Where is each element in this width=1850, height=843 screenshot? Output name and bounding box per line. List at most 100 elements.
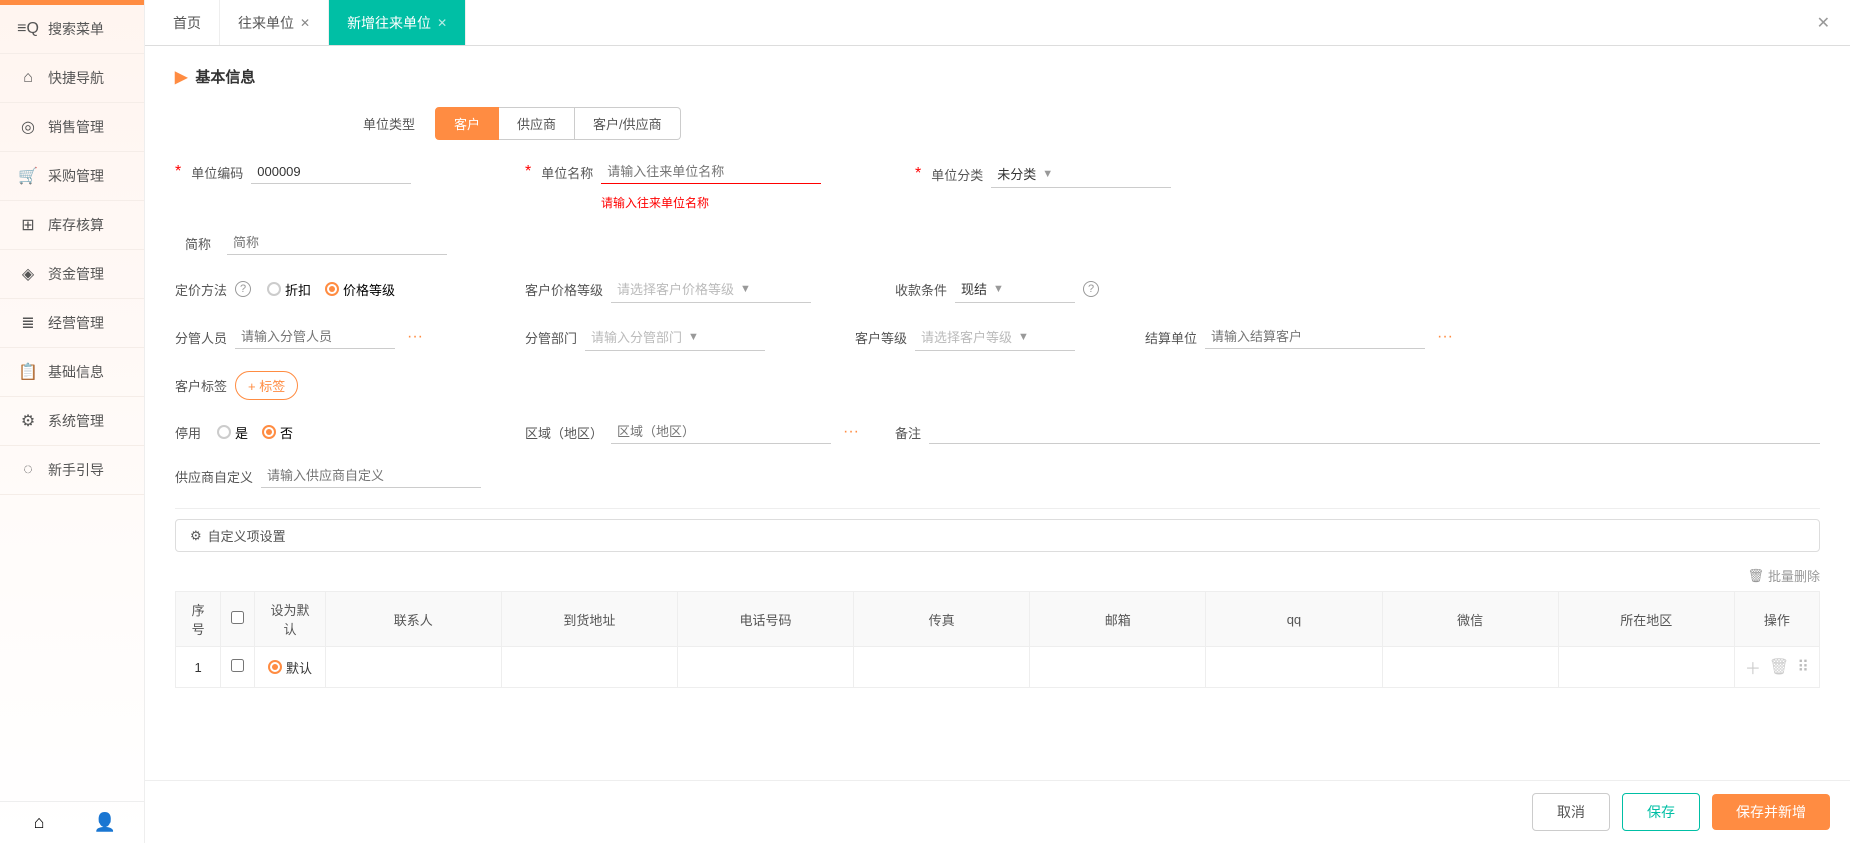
disable-radio-no-circle [262,425,276,439]
tab-unit[interactable]: 往来单位 ✕ [220,0,329,45]
delete-row-icon[interactable]: 🗑 [1769,657,1789,677]
customer-level-group: 客户等级 请选择客户等级 ▼ [855,323,1135,351]
contact-input[interactable] [336,660,491,675]
table-body: 1 默认 [176,647,1820,688]
unit-name-input[interactable] [601,160,821,184]
col-fax: 传真 [854,592,1030,647]
section-icon: ▶ [175,67,187,87]
cell-wechat[interactable] [1382,647,1558,688]
custom-settings-label: 自定义项设置 [208,526,286,545]
customer-price-select[interactable]: 请选择客户价格等级 ▼ [611,275,811,303]
supplier-custom-input[interactable] [261,464,481,488]
cell-qq[interactable] [1206,647,1382,688]
customer-price-label: 客户价格等级 [525,280,603,299]
cell-email[interactable] [1030,647,1206,688]
pricing-help-icon[interactable]: ? [235,281,251,297]
tab-new-unit[interactable]: 新增往来单位 ✕ [329,0,466,45]
select-all-checkbox[interactable] [231,611,244,624]
department-select[interactable]: 请输入分管部门 ▼ [585,323,765,351]
search-menu-icon: ≡Q [18,19,38,39]
tab-home[interactable]: 首页 [155,0,220,45]
unit-category-select[interactable]: 未分类 ▼ [991,160,1171,188]
custom-settings-icon: ⚙ [190,528,202,544]
note-input[interactable] [929,420,1820,444]
window-close-button[interactable]: ✕ [1807,13,1840,33]
disable-radio-yes[interactable]: 是 [217,423,248,442]
disable-label: 停用 [175,423,201,442]
short-name-input[interactable] [227,231,447,255]
cell-address[interactable] [501,647,677,688]
customer-level-label: 客户等级 [855,328,907,347]
manager-more-icon[interactable]: ··· [403,328,427,346]
save-button[interactable]: 保存 [1622,793,1700,831]
phone-input[interactable] [688,660,843,675]
add-row-icon[interactable]: ＋ [1745,655,1761,679]
tag-group: 客户标签 + 标签 [175,371,515,400]
wechat-input[interactable] [1393,660,1548,675]
cell-seq: 1 [176,647,221,688]
unit-type-supplier[interactable]: 供应商 [499,107,575,140]
disable-radio-no[interactable]: 否 [262,423,293,442]
unit-category-label: 单位分类 [931,165,983,184]
sidebar-item-quicknav[interactable]: ⌂ 快捷导航 [0,54,144,103]
customer-level-select[interactable]: 请选择客户等级 ▼ [915,323,1075,351]
unit-type-both[interactable]: 客户/供应商 [575,107,681,140]
custom-settings-button[interactable]: ⚙ 自定义项设置 [175,519,1820,552]
cancel-button[interactable]: 取消 [1532,793,1610,831]
region-more-icon[interactable]: ··· [839,423,863,441]
batch-delete-button[interactable]: 🗑 批量删除 [1747,566,1820,585]
unit-type-customer[interactable]: 客户 [435,107,499,140]
unit-category-group: * 单位分类 未分类 ▼ [915,160,1171,188]
customer-price-placeholder: 请选择客户价格等级 [617,279,734,298]
region-table-input[interactable] [1569,660,1724,675]
qq-input[interactable] [1216,660,1371,675]
sidebar-item-guide[interactable]: ◌ 新手引导 [0,446,144,495]
tab-new-unit-close[interactable]: ✕ [437,16,447,30]
contact-table: 序号 设为默认 联系人 到货地址 电话号码 传真 邮箱 qq 微信 所在地区 操… [175,591,1820,688]
save-and-new-button[interactable]: 保存并新增 [1712,794,1830,830]
sidebar-item-inventory[interactable]: ⊞ 库存核算 [0,201,144,250]
unit-code-group: * 单位编码 [175,160,515,184]
sidebar-item-system[interactable]: ⚙ 系统管理 [0,397,144,446]
sidebar-item-finance[interactable]: ◈ 资金管理 [0,250,144,299]
default-radio-circle[interactable] [268,660,282,674]
fax-input[interactable] [864,660,1019,675]
sidebar-item-purchase[interactable]: 🛒 采购管理 [0,152,144,201]
payment-help-icon[interactable]: ? [1083,281,1099,297]
section-basic-info: ▶ 基本信息 [175,66,1820,87]
short-name-group: 简称 [185,231,525,255]
region-input[interactable] [611,420,831,444]
manager-input[interactable] [235,325,395,349]
sidebar-item-label: 资金管理 [48,264,104,284]
sidebar-home-icon[interactable]: ⌂ [10,812,68,833]
payment-term-select[interactable]: 现结 ▼ [955,275,1075,303]
disable-row: 停用 是 否 区域（地区） ··· [175,420,1820,444]
default-label: 默认 [286,658,312,677]
cell-fax[interactable] [854,647,1030,688]
add-tag-button[interactable]: + 标签 [235,371,298,400]
section-title-text: 基本信息 [195,66,255,87]
sidebar-user-icon[interactable]: 👤 [76,812,134,833]
unit-code-input[interactable] [251,160,411,184]
sidebar-item-operation[interactable]: ≣ 经营管理 [0,299,144,348]
cell-contact[interactable] [325,647,501,688]
sidebar-item-label: 销售管理 [48,117,104,137]
payment-term-value: 现结 [961,279,987,298]
tab-unit-close[interactable]: ✕ [300,16,310,30]
col-default: 设为默认 [255,592,325,647]
email-input[interactable] [1040,660,1195,675]
settlement-more-icon[interactable]: ··· [1433,328,1457,346]
cell-region[interactable] [1558,647,1734,688]
cell-phone[interactable] [677,647,853,688]
settlement-input[interactable] [1205,325,1425,349]
row-checkbox[interactable] [231,659,244,672]
pricing-radio-level[interactable]: 价格等级 [325,280,395,299]
unit-name-error: 请输入往来单位名称 [601,194,709,211]
address-input[interactable] [512,660,667,675]
tab-home-label: 首页 [173,13,201,33]
pricing-radio-discount[interactable]: 折扣 [267,280,311,299]
sidebar-item-search[interactable]: ≡Q 搜索菜单 [0,5,144,54]
sidebar-item-basic-info[interactable]: 📋 基础信息 [0,348,144,397]
department-group: 分管部门 请输入分管部门 ▼ [525,323,845,351]
sidebar-item-sales[interactable]: ◎ 销售管理 [0,103,144,152]
